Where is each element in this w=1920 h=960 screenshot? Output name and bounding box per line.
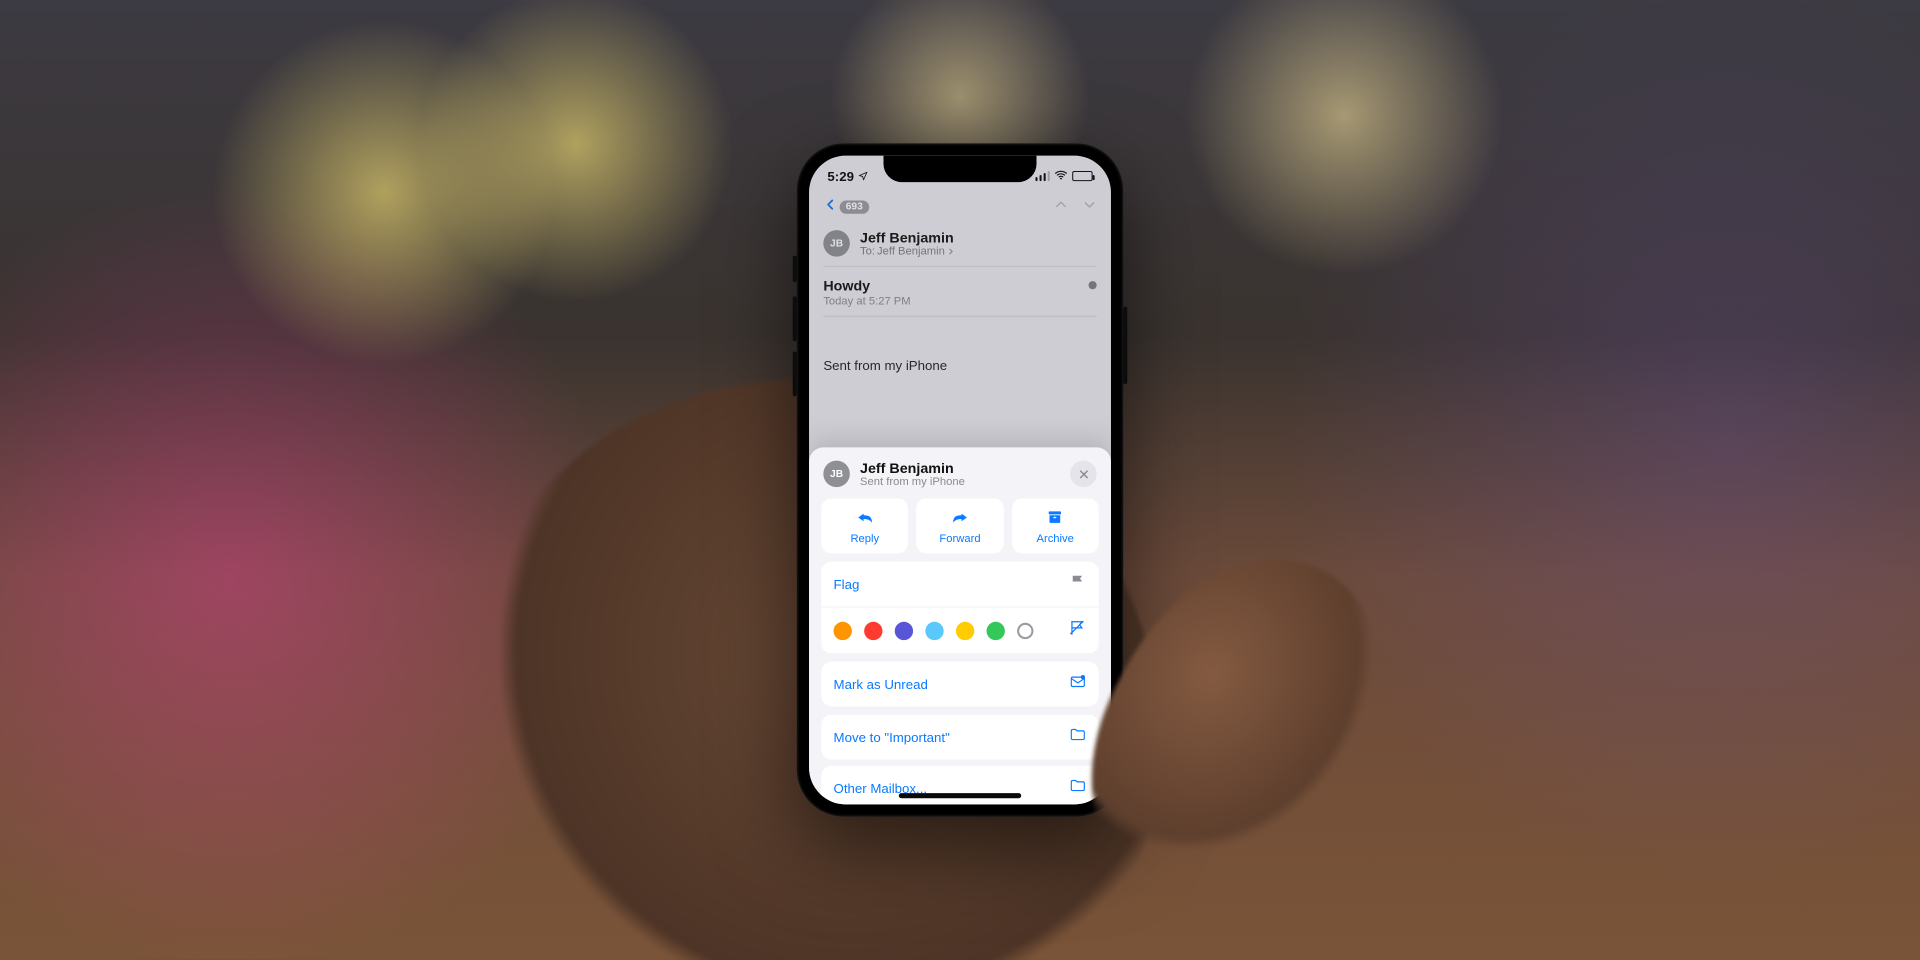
forward-button[interactable]: Forward <box>916 498 1003 553</box>
volume-down-button <box>793 351 797 396</box>
flag-color-swatch[interactable] <box>834 621 852 639</box>
flag-icon <box>1069 573 1086 595</box>
forward-label: Forward <box>939 533 980 545</box>
folder-icon <box>1069 726 1086 748</box>
reply-button[interactable]: Reply <box>821 498 908 553</box>
flag-color-swatch[interactable] <box>987 621 1005 639</box>
volume-up-button <box>793 296 797 341</box>
mark-unread-row[interactable]: Mark as Unread <box>821 662 1098 707</box>
mark-unread-label: Mark as Unread <box>834 676 928 691</box>
envelope-dot-icon <box>1069 673 1086 695</box>
flag-colors-row <box>821 606 1098 653</box>
reply-label: Reply <box>850 533 879 545</box>
notch <box>884 156 1037 183</box>
iphone-frame: 5:29 693 <box>797 143 1123 816</box>
screen: 5:29 693 <box>809 156 1111 805</box>
unflag-button[interactable] <box>1068 619 1086 642</box>
archive-icon <box>1045 507 1065 530</box>
side-button <box>1123 307 1127 385</box>
flag-color-swatch[interactable] <box>956 621 974 639</box>
flag-group: Flag <box>821 562 1098 654</box>
flag-row[interactable]: Flag <box>821 562 1098 607</box>
flag-color-swatch[interactable] <box>925 621 943 639</box>
sheet-preview: Sent from my iPhone <box>860 476 965 488</box>
mute-switch <box>793 256 797 283</box>
flag-label: Flag <box>834 576 860 591</box>
action-sheet: JB Jeff Benjamin Sent from my iPhone Rep… <box>809 447 1111 804</box>
flag-color-swatch[interactable] <box>864 621 882 639</box>
home-indicator[interactable] <box>899 793 1021 798</box>
close-button[interactable] <box>1070 461 1097 488</box>
move-important-label: Move to "Important" <box>834 729 950 744</box>
forward-icon <box>950 507 970 530</box>
primary-actions: Reply Forward Archive <box>809 498 1111 553</box>
folder-icon <box>1069 777 1086 799</box>
sheet-title: Jeff Benjamin <box>860 460 965 476</box>
reply-icon <box>855 507 875 530</box>
sheet-avatar: JB <box>823 461 850 488</box>
archive-button[interactable]: Archive <box>1012 498 1099 553</box>
flag-color-none[interactable] <box>1017 622 1033 638</box>
close-icon <box>1078 468 1089 479</box>
move-important-row[interactable]: Move to "Important" <box>821 715 1098 760</box>
flag-swatches <box>834 621 1034 639</box>
flag-color-swatch[interactable] <box>895 621 913 639</box>
other-mailbox-row[interactable]: Other Mailbox... <box>821 766 1098 805</box>
archive-label: Archive <box>1036 533 1073 545</box>
sheet-header: JB Jeff Benjamin Sent from my iPhone <box>809 447 1111 498</box>
